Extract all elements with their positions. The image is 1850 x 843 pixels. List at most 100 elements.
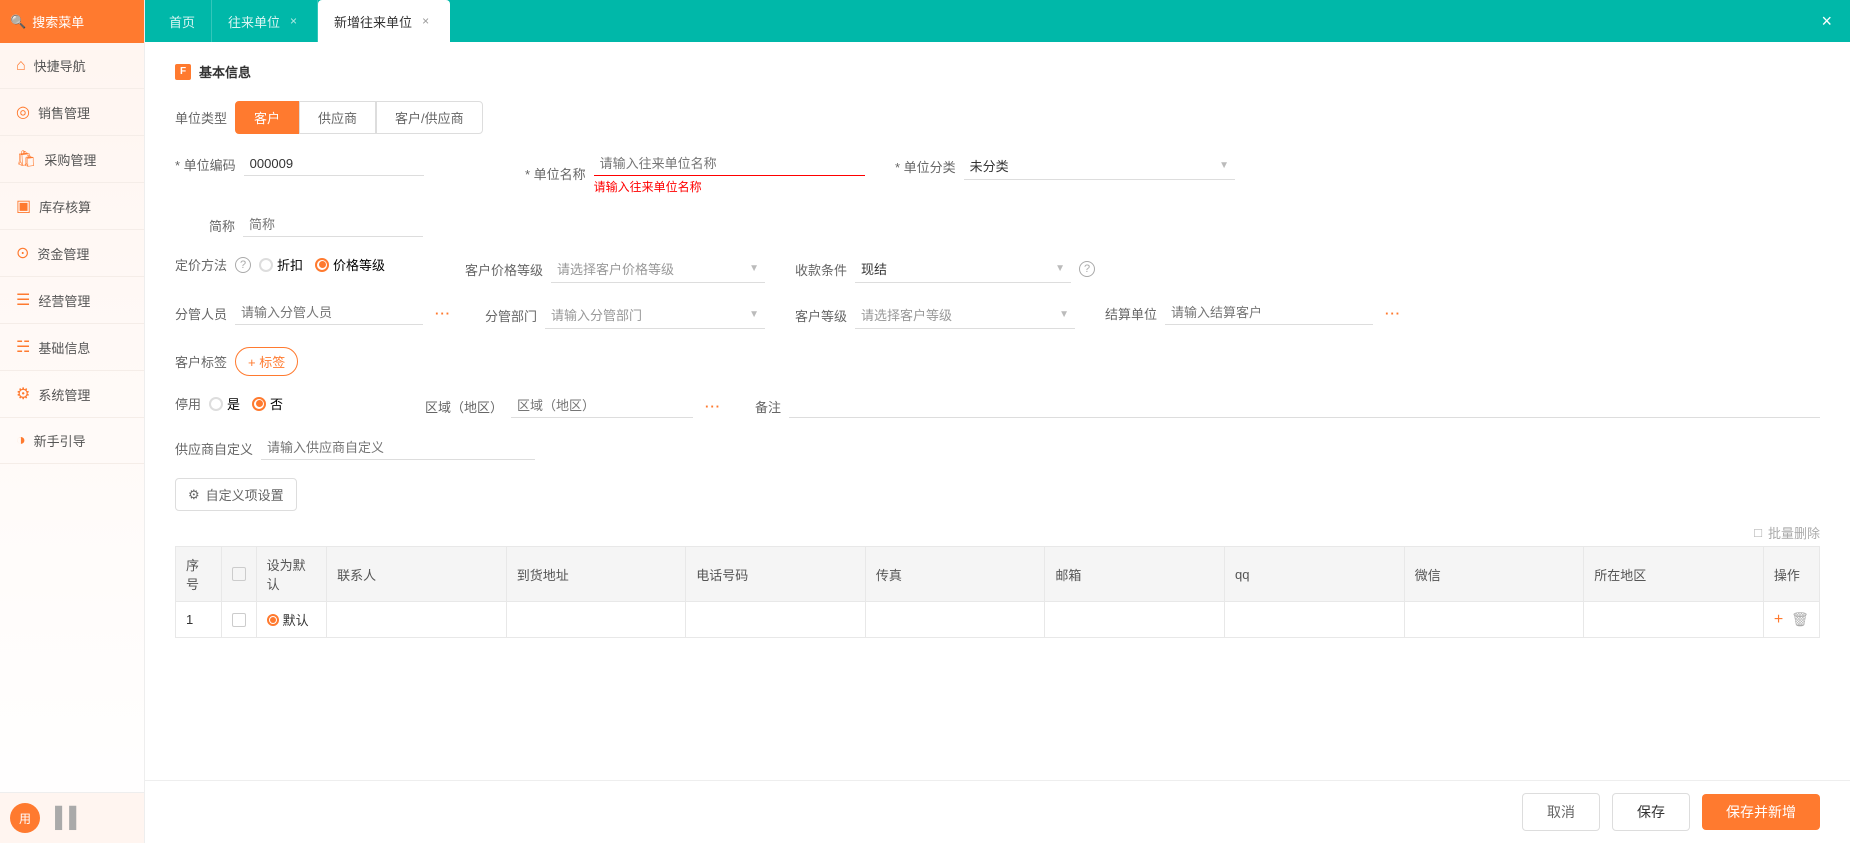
sidebar-item-operations[interactable]: ☰经营管理 bbox=[0, 277, 144, 324]
row-fax[interactable] bbox=[865, 602, 1045, 638]
select-all-checkbox[interactable] bbox=[232, 567, 246, 581]
settlement-unit-label: 结算单位 bbox=[1105, 304, 1157, 323]
remarks-group: 备注 bbox=[755, 394, 1820, 418]
disabled-yes-radio[interactable] bbox=[209, 397, 223, 411]
sidebar-item-purchase[interactable]: 🛍采购管理 bbox=[0, 136, 144, 183]
tab-partners[interactable]: 往来单位 × bbox=[212, 0, 318, 42]
basic-info-icon: ☵ bbox=[16, 337, 30, 357]
sidebar-item-system[interactable]: ⚙系统管理 bbox=[0, 371, 144, 418]
add-tag-button[interactable]: + 标签 bbox=[235, 347, 298, 376]
pricing-discount-radio[interactable] bbox=[259, 258, 273, 272]
row-wechat[interactable] bbox=[1404, 602, 1584, 638]
region-input[interactable] bbox=[511, 394, 693, 418]
user-badge: ▐▐ bbox=[48, 807, 76, 830]
tabbar-close-icon[interactable]: × bbox=[1811, 11, 1842, 32]
unit-type-btn-customer[interactable]: 客户 bbox=[235, 101, 299, 134]
fax-input[interactable] bbox=[876, 612, 1035, 627]
customer-level-arrow-icon: ▼ bbox=[1059, 309, 1069, 320]
sidebar-item-sales[interactable]: ◎销售管理 bbox=[0, 89, 144, 136]
address-input[interactable] bbox=[517, 612, 676, 627]
unit-category-group: * 单位分类 未分类 ▼ bbox=[895, 152, 1235, 180]
unit-name-error: 请输入往来单位名称 bbox=[594, 178, 865, 195]
unit-type-btn-supplier[interactable]: 供应商 bbox=[299, 101, 376, 134]
unit-type-btn-both[interactable]: 客户/供应商 bbox=[376, 101, 483, 134]
table-header: 序号设为默认联系人到货地址电话号码传真邮箱qq微信所在地区操作 bbox=[176, 547, 1820, 602]
wechat-input[interactable] bbox=[1415, 612, 1574, 627]
sidebar-item-inventory[interactable]: ▣库存核算 bbox=[0, 183, 144, 230]
contact-input[interactable] bbox=[337, 612, 496, 627]
row-default-radio[interactable] bbox=[267, 614, 279, 626]
disabled-no-option[interactable]: 否 bbox=[252, 394, 283, 413]
row-qq[interactable] bbox=[1224, 602, 1404, 638]
region-more-btn[interactable]: ··· bbox=[701, 399, 725, 414]
pricing-price-level-dot bbox=[319, 261, 326, 268]
pricing-help-icon[interactable]: ? bbox=[235, 257, 251, 273]
settings-gear-icon: ⚙ bbox=[188, 487, 200, 503]
customer-price-level-label: 客户价格等级 bbox=[465, 260, 543, 279]
sidebar-item-quick-nav[interactable]: ⌂快捷导航 bbox=[0, 43, 144, 89]
unit-category-select[interactable]: 未分类 ▼ bbox=[964, 152, 1235, 180]
unit-name-input[interactable] bbox=[594, 152, 865, 176]
payment-terms-select[interactable]: 现结 ▼ bbox=[855, 255, 1071, 283]
save-button[interactable]: 保存 bbox=[1612, 793, 1690, 831]
tab-home[interactable]: 首页 bbox=[153, 0, 212, 42]
tab-close-new-partner[interactable]: × bbox=[418, 12, 433, 30]
row-del-btn[interactable]: 🗑 bbox=[1791, 611, 1809, 628]
qq-input[interactable] bbox=[1235, 612, 1394, 627]
sidebar-item-finance[interactable]: ⊙资金管理 bbox=[0, 230, 144, 277]
pricing-price-level-option[interactable]: 价格等级 bbox=[315, 255, 385, 274]
batch-delete-area[interactable]: □ 批量删除 bbox=[175, 523, 1820, 542]
table-header-cell: 微信 bbox=[1404, 547, 1584, 602]
row-region[interactable] bbox=[1584, 602, 1764, 638]
tab-label-partners: 往来单位 bbox=[228, 12, 280, 31]
sidebar-item-label: 快捷导航 bbox=[34, 56, 86, 75]
row-select-checkbox[interactable] bbox=[232, 613, 246, 627]
contacts-table: 序号设为默认联系人到货地址电话号码传真邮箱qq微信所在地区操作 1默认+🗑 bbox=[175, 546, 1820, 638]
batch-delete-label: 批量删除 bbox=[1768, 523, 1820, 542]
table-header-cell: 传真 bbox=[865, 547, 1045, 602]
settlement-unit-more-btn[interactable]: ··· bbox=[1381, 306, 1405, 321]
customer-level-select[interactable]: 请选择客户等级 ▼ bbox=[855, 301, 1075, 329]
manager-input[interactable] bbox=[235, 301, 423, 325]
unit-name-input-group: 请输入往来单位名称 bbox=[594, 152, 865, 195]
remarks-input[interactable] bbox=[789, 394, 1820, 418]
search-menu[interactable]: 🔍 搜索菜单 bbox=[0, 0, 144, 43]
pricing-price-level-radio[interactable] bbox=[315, 258, 329, 272]
customer-price-level-select[interactable]: 请选择客户价格等级 ▼ bbox=[551, 255, 765, 283]
row-actions: +🗑 bbox=[1763, 602, 1819, 638]
row-checkbox[interactable] bbox=[221, 602, 256, 638]
disabled-yes-option[interactable]: 是 bbox=[209, 394, 240, 413]
payment-terms-help-icon[interactable]: ? bbox=[1079, 261, 1095, 277]
phone-input[interactable] bbox=[696, 612, 855, 627]
short-name-input[interactable] bbox=[243, 213, 423, 237]
row-add-btn[interactable]: + bbox=[1774, 611, 1783, 629]
sidebar-item-guide[interactable]: ◑新手引导 bbox=[0, 418, 144, 464]
settlement-unit-input[interactable] bbox=[1165, 301, 1373, 325]
department-label: 分管部门 bbox=[485, 306, 537, 325]
tab-new-partner[interactable]: 新增往来单位× bbox=[318, 0, 450, 42]
row-address[interactable] bbox=[506, 602, 686, 638]
custom-settings-button[interactable]: ⚙ 自定义项设置 bbox=[175, 478, 297, 511]
batch-delete-icon: □ bbox=[1754, 525, 1762, 540]
unit-code-input[interactable] bbox=[244, 152, 424, 176]
pricing-discount-option[interactable]: 折扣 bbox=[259, 255, 303, 274]
cancel-button[interactable]: 取消 bbox=[1522, 793, 1600, 831]
email-input[interactable] bbox=[1055, 612, 1214, 627]
region-input-table[interactable] bbox=[1594, 612, 1753, 627]
row-contact[interactable] bbox=[327, 602, 507, 638]
row-phone[interactable] bbox=[686, 602, 866, 638]
sidebar-item-label: 系统管理 bbox=[38, 385, 90, 404]
department-select[interactable]: 请输入分管部门 ▼ bbox=[545, 301, 765, 329]
tab-close-partners[interactable]: × bbox=[286, 12, 301, 30]
supplier-custom-input[interactable] bbox=[261, 436, 535, 460]
section-title: 基本信息 bbox=[199, 62, 251, 81]
manager-more-btn[interactable]: ··· bbox=[431, 306, 455, 321]
manager-label: 分管人员 bbox=[175, 304, 227, 323]
save-new-button[interactable]: 保存并新增 bbox=[1702, 794, 1820, 830]
payment-terms-arrow-icon: ▼ bbox=[1055, 263, 1065, 274]
row-email[interactable] bbox=[1045, 602, 1225, 638]
sidebar-item-basic-info[interactable]: ☵基础信息 bbox=[0, 324, 144, 371]
table-body: 1默认+🗑 bbox=[176, 602, 1820, 638]
sidebar: 🔍 搜索菜单 ⌂快捷导航◎销售管理🛍采购管理▣库存核算⊙资金管理☰经营管理☵基础… bbox=[0, 0, 145, 843]
disabled-no-radio[interactable] bbox=[252, 397, 266, 411]
